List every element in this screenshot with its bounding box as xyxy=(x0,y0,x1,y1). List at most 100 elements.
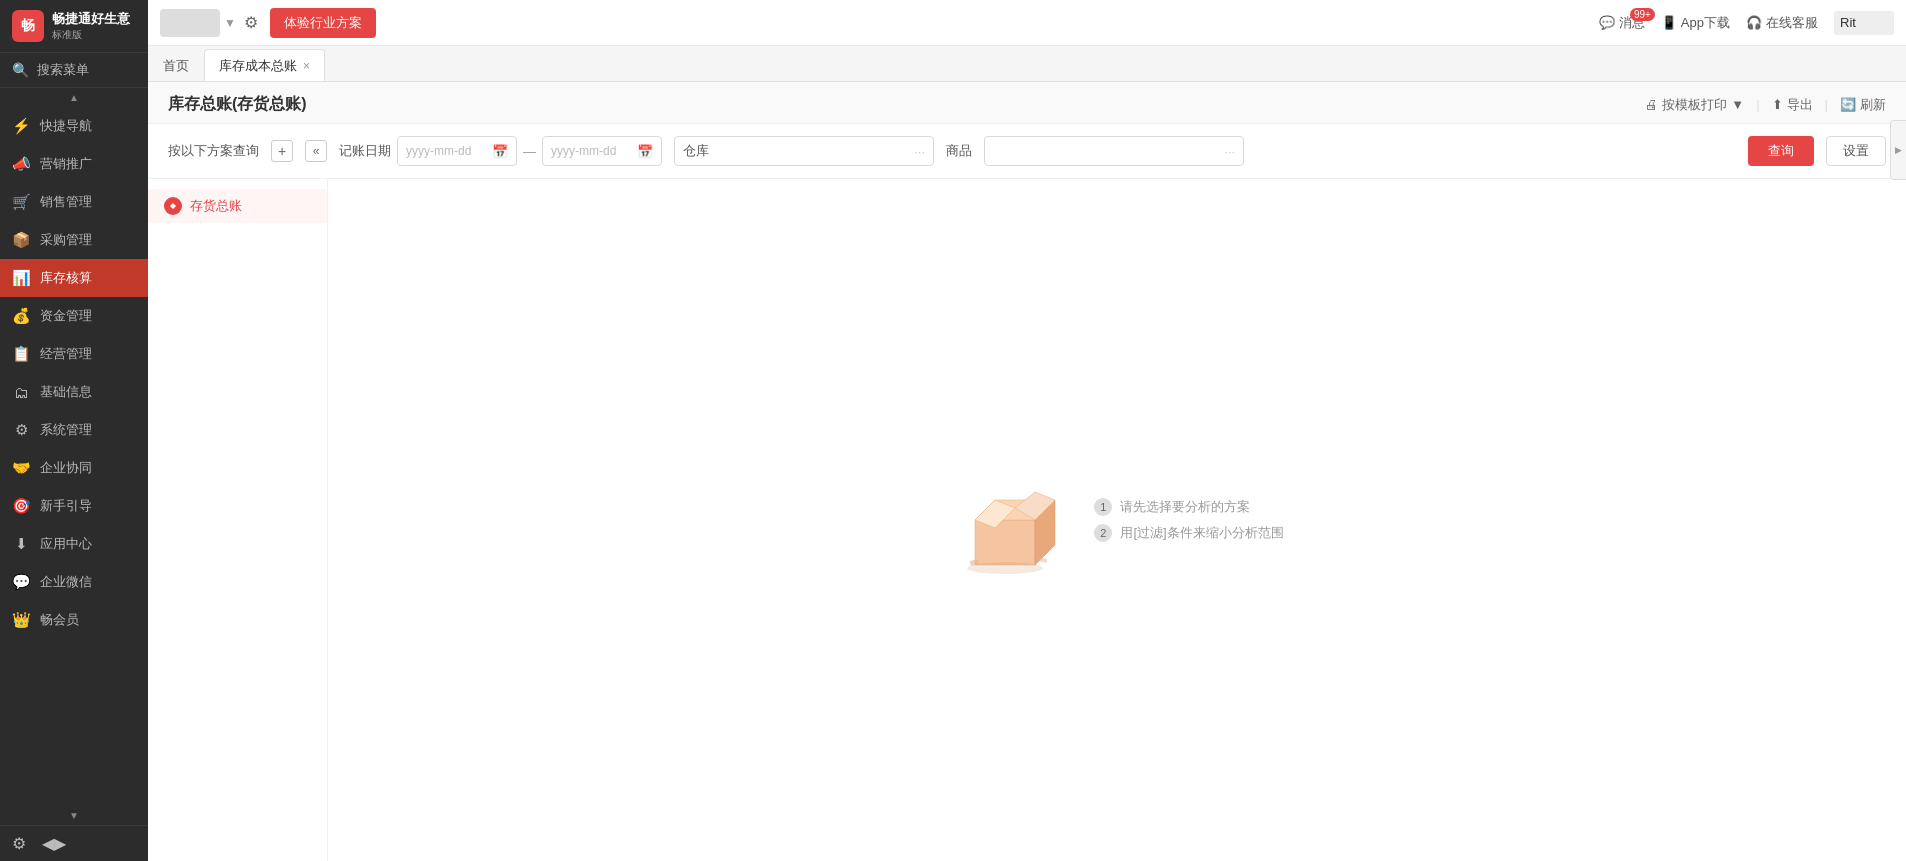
date-end-input[interactable]: yyyy-mm-dd 📅 xyxy=(542,136,662,166)
export-btn[interactable]: ⬆ 导出 xyxy=(1772,96,1813,114)
sidebar-item-member[interactable]: 👑 畅会员 xyxy=(0,601,148,639)
sidebar-menu: ⚡ 快捷导航 📣 营销推广 🛒 销售管理 📦 采购管理 📊 库存核算 💰 资金管… xyxy=(0,107,148,806)
calendar-end-icon[interactable]: 📅 xyxy=(637,144,653,159)
warehouse-select[interactable]: 仓库 ··· xyxy=(674,136,934,166)
quick-nav-icon: ⚡ xyxy=(12,117,30,135)
refresh-btn[interactable]: 🔄 刷新 xyxy=(1840,96,1886,114)
filter-area: 按以下方案查询 + « 记账日期 yyyy-mm-dd 📅 — yyyy-mm-… xyxy=(148,124,1906,179)
app-center-icon: ⬇ xyxy=(12,535,30,553)
topbar-settings-icon[interactable]: ⚙ xyxy=(244,13,258,32)
filter-row: 按以下方案查询 + « 记账日期 yyyy-mm-dd 📅 — yyyy-mm-… xyxy=(168,136,1886,166)
step-1-circle: 1 xyxy=(1094,498,1112,516)
guide-icon: 🎯 xyxy=(12,497,30,515)
sidebar-item-basic[interactable]: 🗂 基础信息 xyxy=(0,373,148,411)
product-more-icon[interactable]: ··· xyxy=(1224,144,1235,159)
right-panel-collapse-btn[interactable]: ▶ xyxy=(1890,120,1906,180)
sidebar-item-system[interactable]: ⚙ 系统管理 xyxy=(0,411,148,449)
product-select[interactable]: ··· xyxy=(984,136,1244,166)
sidebar-item-purchase[interactable]: 📦 采购管理 xyxy=(0,221,148,259)
topbar: ▼ ⚙ 体验行业方案 💬 消息 99+ 📱 App下载 🎧 在线客服 Rit xyxy=(148,0,1906,46)
svg-marker-0 xyxy=(975,520,1035,565)
phone-icon: 📱 xyxy=(1661,15,1677,30)
page-content: 库存总账(存货总账) 🖨 按模板打印 ▼ | ⬆ 导出 | 🔄 刷新 xyxy=(148,82,1906,861)
sidebar-search[interactable]: 🔍 搜索菜单 xyxy=(0,53,148,88)
refresh-icon: 🔄 xyxy=(1840,97,1856,112)
sidebar-item-sales[interactable]: 🛒 销售管理 xyxy=(0,183,148,221)
page-header-actions: 🖨 按模板打印 ▼ | ⬆ 导出 | 🔄 刷新 xyxy=(1645,96,1886,114)
collapse-sidebar-icon[interactable]: ◀▶ xyxy=(42,834,66,853)
export-icon: ⬆ xyxy=(1772,97,1783,112)
sidebar-item-marketing[interactable]: 📣 营销推广 xyxy=(0,145,148,183)
print-icon: 🖨 xyxy=(1645,97,1658,112)
main-area: ▼ ⚙ 体验行业方案 💬 消息 99+ 📱 App下载 🎧 在线客服 Rit xyxy=(148,0,1906,861)
cooperation-icon: 🤝 xyxy=(12,459,30,477)
empty-illustration-svg xyxy=(950,460,1070,580)
product-label: 商品 xyxy=(946,142,972,160)
logo-icon: 畅 xyxy=(12,10,44,42)
marketing-icon: 📣 xyxy=(12,155,30,173)
settings-footer-icon[interactable]: ⚙ xyxy=(12,834,26,853)
search-btn[interactable]: 查询 xyxy=(1748,136,1814,166)
sidebar-item-cooperation[interactable]: 🤝 企业协同 xyxy=(0,449,148,487)
tab-inventory-cost[interactable]: 库存成本总账 × xyxy=(204,49,325,81)
app-logo: 畅 畅捷通好生意 标准版 xyxy=(0,0,148,53)
wechat-icon: 💬 xyxy=(12,573,30,591)
empty-illustration xyxy=(950,460,1070,580)
empty-state: 1 请先选择要分析的方案 2 用[过滤]条件来缩小分析范围 xyxy=(950,460,1283,580)
sidebar-item-operation[interactable]: 📋 经营管理 xyxy=(0,335,148,373)
date-start-input[interactable]: yyyy-mm-dd 📅 xyxy=(397,136,517,166)
sidebar-item-inventory[interactable]: 📊 库存核算 xyxy=(0,259,148,297)
sidebar-item-guide[interactable]: 🎯 新手引导 xyxy=(0,487,148,525)
messages-btn[interactable]: 💬 消息 99+ xyxy=(1599,14,1645,32)
operation-icon: 📋 xyxy=(12,345,30,363)
system-icon: ⚙ xyxy=(12,421,30,439)
logo-text: 畅捷通好生意 标准版 xyxy=(52,11,130,41)
scheme-item-inventory-ledger[interactable]: 存货总账 xyxy=(148,189,327,223)
warehouse-more-icon[interactable]: ··· xyxy=(914,144,925,159)
tab-home[interactable]: 首页 xyxy=(148,49,204,81)
breadcrumb: ▼ ⚙ 体验行业方案 xyxy=(160,8,1591,38)
content-area: 1 请先选择要分析的方案 2 用[过滤]条件来缩小分析范围 xyxy=(328,179,1906,861)
topbar-right: 💬 消息 99+ 📱 App下载 🎧 在线客服 Rit xyxy=(1599,11,1894,35)
date-label: 记账日期 xyxy=(339,142,391,160)
messages-badge: 99+ xyxy=(1630,8,1655,21)
sidebar-item-finance[interactable]: 💰 资金管理 xyxy=(0,297,148,335)
breadcrumb-chevron-icon[interactable]: ▼ xyxy=(224,16,236,30)
tabbar: 首页 库存成本总账 × xyxy=(148,46,1906,82)
member-icon: 👑 xyxy=(12,611,30,629)
user-avatar-breadcrumb xyxy=(160,9,220,37)
filter-collapse-btn[interactable]: « xyxy=(305,140,327,162)
message-icon: 💬 xyxy=(1599,15,1615,30)
filter-add-btn[interactable]: + xyxy=(271,140,293,162)
page-title: 库存总账(存货总账) xyxy=(168,94,1645,115)
print-dropdown-icon: ▼ xyxy=(1731,97,1744,112)
headset-icon: 🎧 xyxy=(1746,15,1762,30)
filter-label: 按以下方案查询 xyxy=(168,142,259,160)
user-name-area[interactable]: Rit xyxy=(1834,11,1894,35)
industry-btn[interactable]: 体验行业方案 xyxy=(270,8,376,38)
sales-icon: 🛒 xyxy=(12,193,30,211)
calendar-start-icon[interactable]: 📅 xyxy=(492,144,508,159)
sidebar-item-wechat[interactable]: 💬 企业微信 xyxy=(0,563,148,601)
scroll-down-arrow[interactable]: ▼ xyxy=(0,806,148,825)
filter-date-group: 记账日期 yyyy-mm-dd 📅 — yyyy-mm-dd 📅 xyxy=(339,136,662,166)
settings-btn[interactable]: 设置 xyxy=(1826,136,1886,166)
empty-step-1: 1 请先选择要分析的方案 xyxy=(1094,498,1283,516)
scheme-sidebar: 存货总账 xyxy=(148,179,328,861)
scheme-panel: 存货总账 xyxy=(148,179,1906,861)
app-download-btn[interactable]: 📱 App下载 xyxy=(1661,14,1730,32)
inventory-icon: 📊 xyxy=(12,269,30,287)
purchase-icon: 📦 xyxy=(12,231,30,249)
scheme-item-icon xyxy=(164,197,182,215)
sidebar-item-quick-nav[interactable]: ⚡ 快捷导航 xyxy=(0,107,148,145)
tab-close-icon[interactable]: × xyxy=(303,59,310,73)
step-2-circle: 2 xyxy=(1094,524,1112,542)
sidebar: 畅 畅捷通好生意 标准版 🔍 搜索菜单 ▲ ⚡ 快捷导航 📣 营销推广 🛒 销售… xyxy=(0,0,148,861)
sidebar-item-app-center[interactable]: ⬇ 应用中心 xyxy=(0,525,148,563)
sidebar-footer: ⚙ ◀▶ xyxy=(0,825,148,861)
online-support-btn[interactable]: 🎧 在线客服 xyxy=(1746,14,1818,32)
page-header: 库存总账(存货总账) 🖨 按模板打印 ▼ | ⬆ 导出 | 🔄 刷新 xyxy=(148,82,1906,124)
scroll-up-arrow[interactable]: ▲ xyxy=(0,88,148,107)
print-template-btn[interactable]: 🖨 按模板打印 ▼ xyxy=(1645,96,1744,114)
search-icon: 🔍 xyxy=(12,62,29,78)
